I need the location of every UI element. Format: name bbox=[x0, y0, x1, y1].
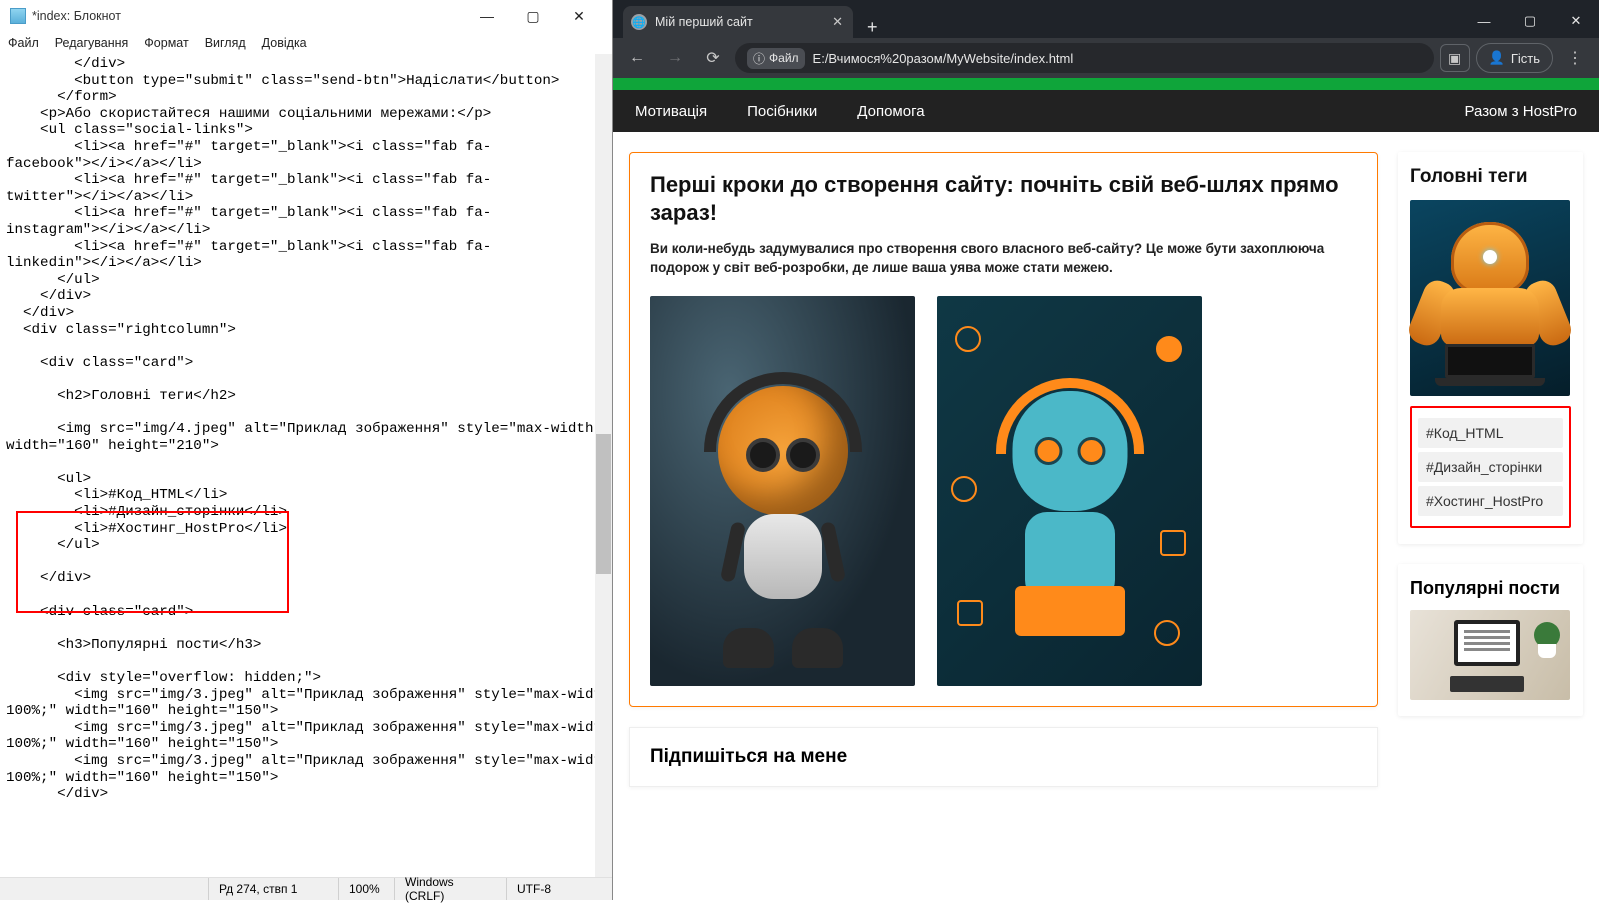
site-nav: Мотивація Посібники Допомога Разом з Hos… bbox=[613, 90, 1599, 132]
article-image-row bbox=[650, 296, 1357, 686]
menu-help[interactable]: Довідка bbox=[256, 34, 313, 52]
notepad-code-text[interactable]: </div> <button type="submit" class="send… bbox=[6, 56, 606, 803]
status-charset: UTF-8 bbox=[506, 878, 612, 900]
popular-posts-card: Популярні пости bbox=[1398, 564, 1583, 716]
menu-format[interactable]: Формат bbox=[138, 34, 194, 52]
nav-motivation[interactable]: Мотивація bbox=[635, 103, 707, 120]
page-content: Перші кроки до створення сайту: почніть … bbox=[613, 132, 1599, 787]
notepad-title: *index: Блокнот bbox=[32, 9, 121, 23]
url-file-badge: ⓘ Файл bbox=[747, 48, 805, 69]
url-text: E:/Вчимося%20разом/MyWebsite/index.html bbox=[813, 51, 1074, 66]
notepad-titlebar[interactable]: *index: Блокнот — ▢ ✕ bbox=[0, 0, 612, 32]
chrome-toolbar: ← → ⟳ ⓘ Файл E:/Вчимося%20разом/MyWebsit… bbox=[613, 38, 1599, 78]
maximize-button[interactable]: ▢ bbox=[510, 1, 556, 31]
menu-view[interactable]: Вигляд bbox=[199, 34, 252, 52]
new-tab-button[interactable]: + bbox=[853, 17, 892, 38]
nav-guides[interactable]: Посібники bbox=[747, 103, 817, 120]
chrome-close-button[interactable]: ✕ bbox=[1553, 6, 1599, 36]
menu-file[interactable]: Файл bbox=[2, 34, 45, 52]
tab-title: Мій перший сайт bbox=[655, 15, 753, 29]
tag-list-highlight: #Код_HTML #Дизайн_сторінки #Хостинг_Host… bbox=[1410, 406, 1571, 528]
forward-button[interactable]: → bbox=[659, 42, 691, 74]
article-image-alien bbox=[937, 296, 1202, 686]
tag-item[interactable]: #Дизайн_сторінки bbox=[1418, 452, 1563, 482]
status-zoom: 100% bbox=[338, 878, 394, 900]
guest-label: Гість bbox=[1511, 51, 1540, 66]
popular-post-image bbox=[1410, 610, 1570, 700]
notepad-status-bar: Рд 274, ствп 1 100% Windows (CRLF) UTF-8 bbox=[0, 877, 612, 900]
notepad-app-icon bbox=[10, 8, 26, 24]
notepad-scroll-thumb[interactable] bbox=[596, 434, 611, 574]
chrome-minimize-button[interactable]: — bbox=[1461, 6, 1507, 36]
menu-edit[interactable]: Редагування bbox=[49, 34, 135, 52]
article-title: Перші кроки до створення сайту: почніть … bbox=[650, 171, 1357, 226]
person-icon: 👤 bbox=[1489, 50, 1505, 66]
close-button[interactable]: ✕ bbox=[556, 1, 602, 31]
article-card: Перші кроки до створення сайту: почніть … bbox=[629, 152, 1378, 707]
article-lead: Ви коли-небудь задумувалися про створенн… bbox=[650, 240, 1357, 278]
subscribe-title: Підпишіться на мене bbox=[650, 746, 1357, 768]
notepad-editor[interactable]: </div> <button type="submit" class="send… bbox=[0, 54, 612, 877]
tag-item[interactable]: #Хостинг_HostPro bbox=[1418, 486, 1563, 516]
popular-posts-title: Популярні пости bbox=[1410, 578, 1571, 600]
sidebar-column: Головні теги #Код_HTML #Дизайн_сторінки … bbox=[1398, 152, 1583, 787]
notepad-vertical-scrollbar[interactable] bbox=[595, 54, 612, 877]
tag-item[interactable]: #Код_HTML bbox=[1418, 418, 1563, 448]
globe-icon: 🌐 bbox=[631, 14, 647, 30]
nav-help[interactable]: Допомога bbox=[857, 103, 924, 120]
status-line-ending: Windows (CRLF) bbox=[394, 878, 506, 900]
minimize-button[interactable]: — bbox=[464, 1, 510, 31]
notepad-menu-bar: Файл Редагування Формат Вигляд Довідка bbox=[0, 32, 612, 54]
page-viewport[interactable]: Мотивація Посібники Допомога Разом з Hos… bbox=[613, 78, 1599, 900]
tab-close-icon[interactable]: ✕ bbox=[832, 14, 843, 30]
status-cursor-pos: Рд 274, ствп 1 bbox=[208, 878, 338, 900]
chrome-maximize-button[interactable]: ▢ bbox=[1507, 6, 1553, 36]
notepad-window: *index: Блокнот — ▢ ✕ Файл Редагування Ф… bbox=[0, 0, 613, 900]
guest-profile-button[interactable]: 👤 Гість bbox=[1476, 43, 1553, 73]
tab-strip: 🌐 Мій перший сайт ✕ + — ▢ ✕ bbox=[613, 0, 1599, 38]
tags-card: Головні теги #Код_HTML #Дизайн_сторінки … bbox=[1398, 152, 1583, 544]
chrome-window: 🌐 Мій перший сайт ✕ + — ▢ ✕ ← → ⟳ ⓘ Файл… bbox=[613, 0, 1599, 900]
back-button[interactable]: ← bbox=[621, 42, 653, 74]
chrome-top-chrome: 🌐 Мій перший сайт ✕ + — ▢ ✕ ← → ⟳ ⓘ Файл… bbox=[613, 0, 1599, 78]
subscribe-card: Підпишіться на мене bbox=[629, 727, 1378, 787]
reload-button[interactable]: ⟳ bbox=[697, 42, 729, 74]
nav-hostpro[interactable]: Разом з HostPro bbox=[1465, 103, 1577, 120]
install-icon[interactable]: ▣ bbox=[1440, 44, 1470, 72]
tags-image-ironman bbox=[1410, 200, 1570, 396]
chrome-menu-button[interactable]: ⋮ bbox=[1559, 42, 1591, 74]
main-column: Перші кроки до створення сайту: почніть … bbox=[629, 152, 1378, 787]
omnibox[interactable]: ⓘ Файл E:/Вчимося%20разом/MyWebsite/inde… bbox=[735, 43, 1434, 73]
browser-tab-active[interactable]: 🌐 Мій перший сайт ✕ bbox=[623, 6, 853, 38]
article-image-robot bbox=[650, 296, 915, 686]
tags-title: Головні теги bbox=[1410, 166, 1571, 188]
site-accent-bar bbox=[613, 78, 1599, 90]
